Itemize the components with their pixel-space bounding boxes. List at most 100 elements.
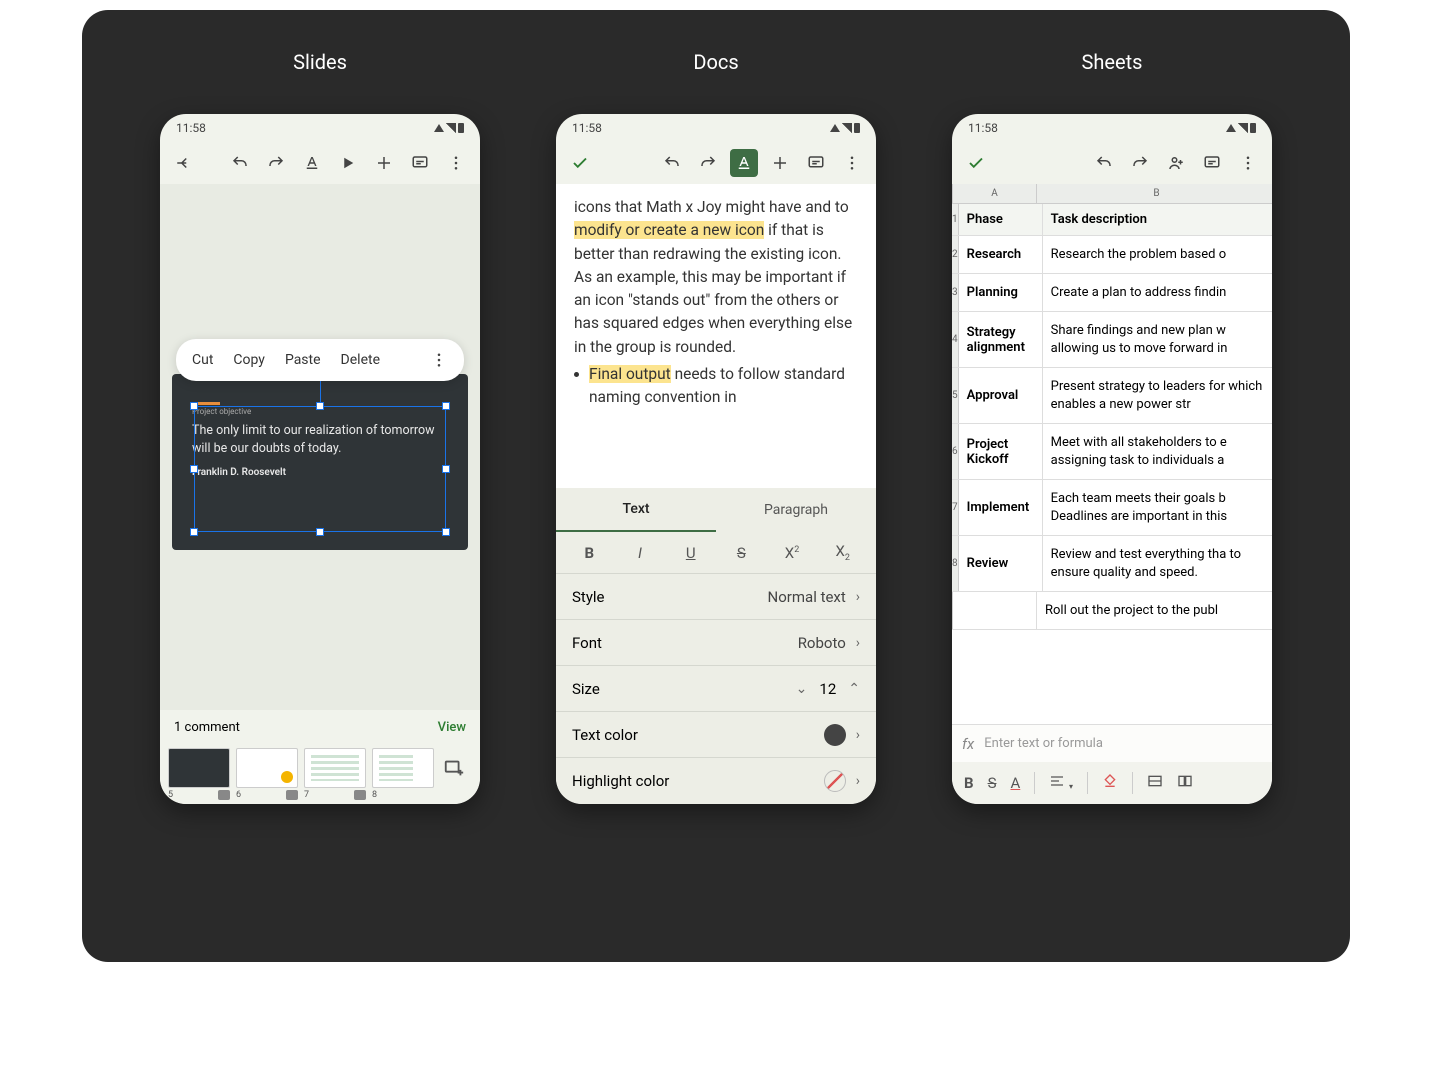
handle-tr[interactable] <box>442 402 450 410</box>
col-header-b[interactable]: B <box>1037 184 1272 204</box>
more-icon[interactable] <box>1234 149 1262 177</box>
row-num[interactable]: 2 <box>952 236 959 273</box>
add-icon[interactable] <box>766 149 794 177</box>
bold-button[interactable]: B <box>964 774 974 792</box>
done-icon[interactable] <box>962 149 990 177</box>
italic-button[interactable]: I <box>615 544 666 562</box>
cell-phase[interactable]: Strategy alignment <box>959 312 1043 367</box>
comment-icon[interactable] <box>1198 149 1226 177</box>
cell-format-button[interactable] <box>1147 773 1163 793</box>
handle-bm[interactable] <box>316 528 324 536</box>
cell-task[interactable]: Meet with all stakeholders to e assignin… <box>1043 424 1272 479</box>
comment-icon[interactable] <box>406 149 434 177</box>
cell-task[interactable]: Review and test everything tha to ensure… <box>1043 536 1272 591</box>
selection-box[interactable] <box>194 406 446 532</box>
add-icon[interactable] <box>370 149 398 177</box>
superscript-button[interactable]: X2 <box>767 544 818 562</box>
strikethrough-button[interactable]: S <box>716 544 767 562</box>
table-row[interactable]: 7ImplementEach team meets their goals b … <box>952 480 1272 536</box>
table-row[interactable]: 8ReviewReview and test everything tha to… <box>952 536 1272 592</box>
cell-phase[interactable]: Implement <box>959 480 1043 535</box>
row-num[interactable]: 6 <box>952 424 959 479</box>
back-icon[interactable] <box>170 149 198 177</box>
text-format-icon[interactable] <box>298 149 326 177</box>
context-delete[interactable]: Delete <box>341 352 380 368</box>
cell-phase[interactable]: Review <box>959 536 1043 591</box>
cell-phase[interactable] <box>953 592 1037 629</box>
col-header-a[interactable]: A <box>953 184 1037 204</box>
undo-icon[interactable] <box>226 149 254 177</box>
cell-task[interactable]: Each team meets their goals b Deadlines … <box>1043 480 1272 535</box>
done-icon[interactable] <box>566 149 594 177</box>
cell-task[interactable]: Research the problem based o <box>1043 236 1272 273</box>
header-task[interactable]: Task description <box>1043 204 1272 235</box>
present-icon[interactable] <box>334 149 362 177</box>
highlight-color-row[interactable]: Highlight color › <box>556 758 876 804</box>
tab-text[interactable]: Text <box>556 488 716 532</box>
table-row[interactable]: 5ApprovalPresent strategy to leaders for… <box>952 368 1272 424</box>
strikethrough-button[interactable]: S <box>988 774 997 792</box>
cell-phase[interactable]: Approval <box>959 368 1043 423</box>
bold-button[interactable]: B <box>564 544 615 562</box>
font-row[interactable]: Font Roboto› <box>556 620 876 666</box>
style-row[interactable]: Style Normal text› <box>556 574 876 620</box>
handle-mr[interactable] <box>442 465 450 473</box>
context-copy[interactable]: Copy <box>233 352 265 368</box>
redo-icon[interactable] <box>1126 149 1154 177</box>
cell-phase[interactable]: Research <box>959 236 1043 273</box>
doc-body[interactable]: icons that Math x Joy might have and to … <box>556 184 876 488</box>
context-more-icon[interactable] <box>430 346 448 374</box>
thumb-8[interactable] <box>372 748 434 788</box>
undo-icon[interactable] <box>658 149 686 177</box>
underline-button[interactable]: U <box>665 544 716 562</box>
handle-tl[interactable] <box>190 402 198 410</box>
align-button[interactable]: ▾ <box>1049 773 1073 793</box>
comment-count[interactable]: 1 comment <box>174 720 240 735</box>
share-icon[interactable] <box>1162 149 1190 177</box>
thumb-6[interactable] <box>236 748 298 788</box>
fill-color-button[interactable] <box>1102 773 1118 793</box>
view-link[interactable]: View <box>438 720 466 735</box>
table-row[interactable]: 2ResearchResearch the problem based o <box>952 236 1272 274</box>
table-row[interactable]: Roll out the project to the publ <box>952 592 1272 630</box>
comment-icon[interactable] <box>802 149 830 177</box>
cell-phase[interactable]: Planning <box>959 274 1043 311</box>
cell-phase[interactable]: Project Kickoff <box>959 424 1043 479</box>
size-decrease-icon[interactable]: ⌄ <box>796 681 808 697</box>
row-num[interactable]: 7 <box>952 480 959 535</box>
handle-tm[interactable] <box>316 402 324 410</box>
thumb-7[interactable] <box>304 748 366 788</box>
cell-task[interactable]: Share findings and new plan w allowing u… <box>1043 312 1272 367</box>
table-row[interactable]: 3PlanningCreate a plan to address findin <box>952 274 1272 312</box>
redo-icon[interactable] <box>262 149 290 177</box>
text-color-row[interactable]: Text color › <box>556 712 876 758</box>
more-icon[interactable] <box>442 149 470 177</box>
handle-bl[interactable] <box>190 528 198 536</box>
slides-canvas[interactable]: Cut Copy Paste Delete Project objective … <box>160 184 480 710</box>
cell-task[interactable]: Create a plan to address findin <box>1043 274 1272 311</box>
handle-br[interactable] <box>442 528 450 536</box>
more-icon[interactable] <box>838 149 866 177</box>
row-num[interactable]: 4 <box>952 312 959 367</box>
cell-task[interactable]: Roll out the project to the publ <box>1037 592 1272 629</box>
text-color-button[interactable]: A <box>1010 774 1020 792</box>
row-num-1[interactable]: 1 <box>952 204 959 235</box>
undo-icon[interactable] <box>1090 149 1118 177</box>
row-num[interactable]: 3 <box>952 274 959 311</box>
tab-paragraph[interactable]: Paragraph <box>716 488 876 532</box>
sheet-area[interactable]: A B 1 Phase Task description 2ResearchRe… <box>952 184 1272 724</box>
text-format-icon[interactable] <box>730 149 758 177</box>
context-cut[interactable]: Cut <box>192 352 213 368</box>
table-row[interactable]: 6Project KickoffMeet with all stakeholde… <box>952 424 1272 480</box>
slide-preview[interactable]: Project objective The only limit to our … <box>172 374 468 550</box>
handle-ml[interactable] <box>190 465 198 473</box>
row-num[interactable]: 5 <box>952 368 959 423</box>
merge-button[interactable] <box>1177 773 1193 793</box>
redo-icon[interactable] <box>694 149 722 177</box>
subscript-button[interactable]: X2 <box>817 542 868 563</box>
thumb-5[interactable] <box>168 748 230 788</box>
context-paste[interactable]: Paste <box>285 352 321 368</box>
row-num[interactable]: 8 <box>952 536 959 591</box>
formula-input[interactable]: Enter text or formula <box>984 736 1262 751</box>
table-row[interactable]: 4Strategy alignmentShare findings and ne… <box>952 312 1272 368</box>
